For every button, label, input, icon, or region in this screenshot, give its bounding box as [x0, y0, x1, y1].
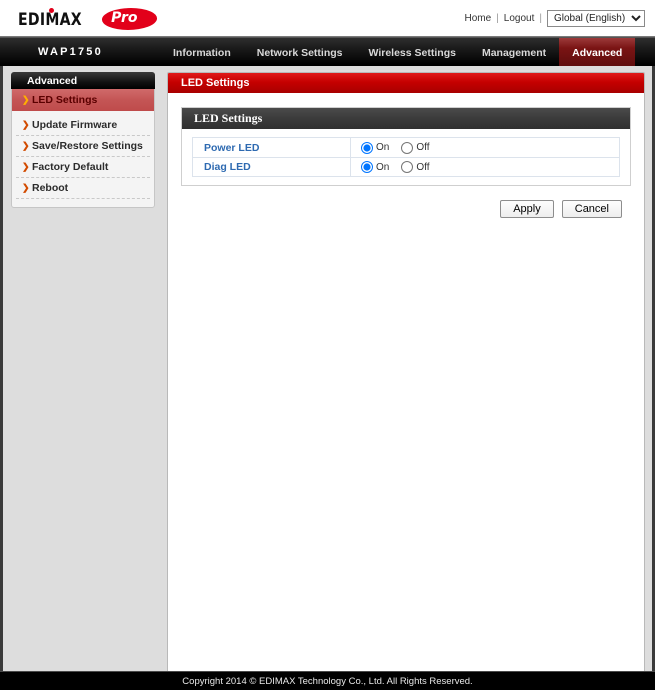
chevron-right-icon: ❯ [22, 182, 30, 193]
sidebar-title: Advanced [11, 72, 155, 89]
nav-item-network-settings[interactable]: Network Settings [244, 38, 356, 67]
page-title: LED Settings [168, 73, 644, 93]
diag-led-on-option[interactable]: On [361, 161, 389, 173]
sidebar-item-reboot[interactable]: ❯ Reboot [16, 178, 150, 199]
nav-item-information[interactable]: Information [160, 38, 244, 67]
diag-led-off-radio[interactable] [401, 161, 414, 173]
power-led-off-label[interactable]: Off [416, 142, 429, 153]
device-model-label: WAP1750 [38, 46, 103, 58]
diag-led-on-radio[interactable] [361, 161, 373, 173]
header-banner: EDIMAX Pro Home | Logout | Global (Engli… [0, 0, 655, 37]
nav-items: Information Network Settings Wireless Se… [160, 38, 636, 67]
main-content-panel: LED Settings LED Settings Power LED On O… [167, 72, 645, 690]
diag-led-controls: On Off [351, 158, 619, 176]
logo-wordmark: EDIMAX [18, 10, 82, 30]
sidebar-item-label: Factory Default [32, 161, 109, 173]
diag-led-off-option[interactable]: Off [401, 161, 430, 173]
led-settings-panel: LED Settings Power LED On Off Diag LED O… [181, 107, 631, 186]
power-led-on-radio[interactable] [361, 141, 373, 154]
router-admin-page: EDIMAX Pro Home | Logout | Global (Engli… [0, 0, 655, 690]
edimax-pro-logo: EDIMAX Pro [18, 6, 159, 32]
sidebar-item-factory-default[interactable]: ❯ Factory Default [16, 157, 150, 178]
diag-led-off-label[interactable]: Off [416, 162, 429, 173]
copyright-text: Copyright 2014 © EDIMAX Technology Co., … [182, 675, 473, 687]
logo-pro-label: Pro [111, 10, 138, 26]
panel-body: Power LED On Off Diag LED On Off [182, 129, 630, 185]
sidebar: Advanced ❯ LED Settings ❯ Update Firmwar… [11, 72, 155, 208]
chevron-right-icon: ❯ [22, 140, 30, 151]
chevron-right-icon: ❯ [22, 94, 30, 105]
logout-link[interactable]: Logout [504, 13, 535, 24]
diag-led-on-label[interactable]: On [376, 162, 389, 173]
nav-item-management[interactable]: Management [469, 38, 559, 67]
form-row-power-led: Power LED On Off [192, 137, 620, 157]
power-led-on-option[interactable]: On [361, 141, 389, 154]
panel-title: LED Settings [182, 108, 630, 129]
sidebar-item-update-firmware[interactable]: ❯ Update Firmware [16, 115, 150, 136]
sidebar-item-label: LED Settings [32, 94, 98, 106]
language-select[interactable]: Global (English) [547, 10, 645, 27]
footer: Copyright 2014 © EDIMAX Technology Co., … [0, 671, 655, 690]
link-separator-1: | [496, 13, 499, 24]
sidebar-item-label: Update Firmware [32, 119, 118, 131]
action-buttons: Apply Cancel [168, 200, 622, 218]
power-led-off-option[interactable]: Off [401, 141, 430, 154]
logo-dot-icon [49, 8, 54, 13]
sidebar-item-label: Reboot [32, 182, 69, 194]
nav-item-wireless-settings[interactable]: Wireless Settings [356, 38, 469, 67]
diag-led-label: Diag LED [193, 158, 351, 176]
form-row-diag-led: Diag LED On Off [192, 157, 620, 177]
power-led-controls: On Off [351, 138, 619, 157]
power-led-label: Power LED [193, 138, 351, 157]
top-links: Home | Logout | Global (English) [465, 10, 645, 27]
logo-pro-badge: Pro [100, 8, 159, 30]
sidebar-item-label: Save/Restore Settings [32, 140, 143, 152]
chevron-right-icon: ❯ [22, 119, 30, 130]
link-separator-2: | [539, 13, 542, 24]
chevron-right-icon: ❯ [22, 161, 30, 172]
power-led-off-radio[interactable] [401, 141, 414, 154]
main-navigation-bar: WAP1750 Information Network Settings Wir… [0, 37, 655, 67]
page-body: Advanced ❯ LED Settings ❯ Update Firmwar… [0, 66, 655, 690]
sidebar-item-led-settings[interactable]: ❯ LED Settings [12, 89, 154, 111]
nav-item-advanced[interactable]: Advanced [559, 38, 636, 67]
home-link[interactable]: Home [465, 13, 492, 24]
cancel-button[interactable]: Cancel [561, 200, 622, 218]
power-led-on-label[interactable]: On [376, 142, 389, 153]
apply-button[interactable]: Apply [500, 200, 554, 218]
sidebar-item-save-restore-settings[interactable]: ❯ Save/Restore Settings [16, 136, 150, 157]
